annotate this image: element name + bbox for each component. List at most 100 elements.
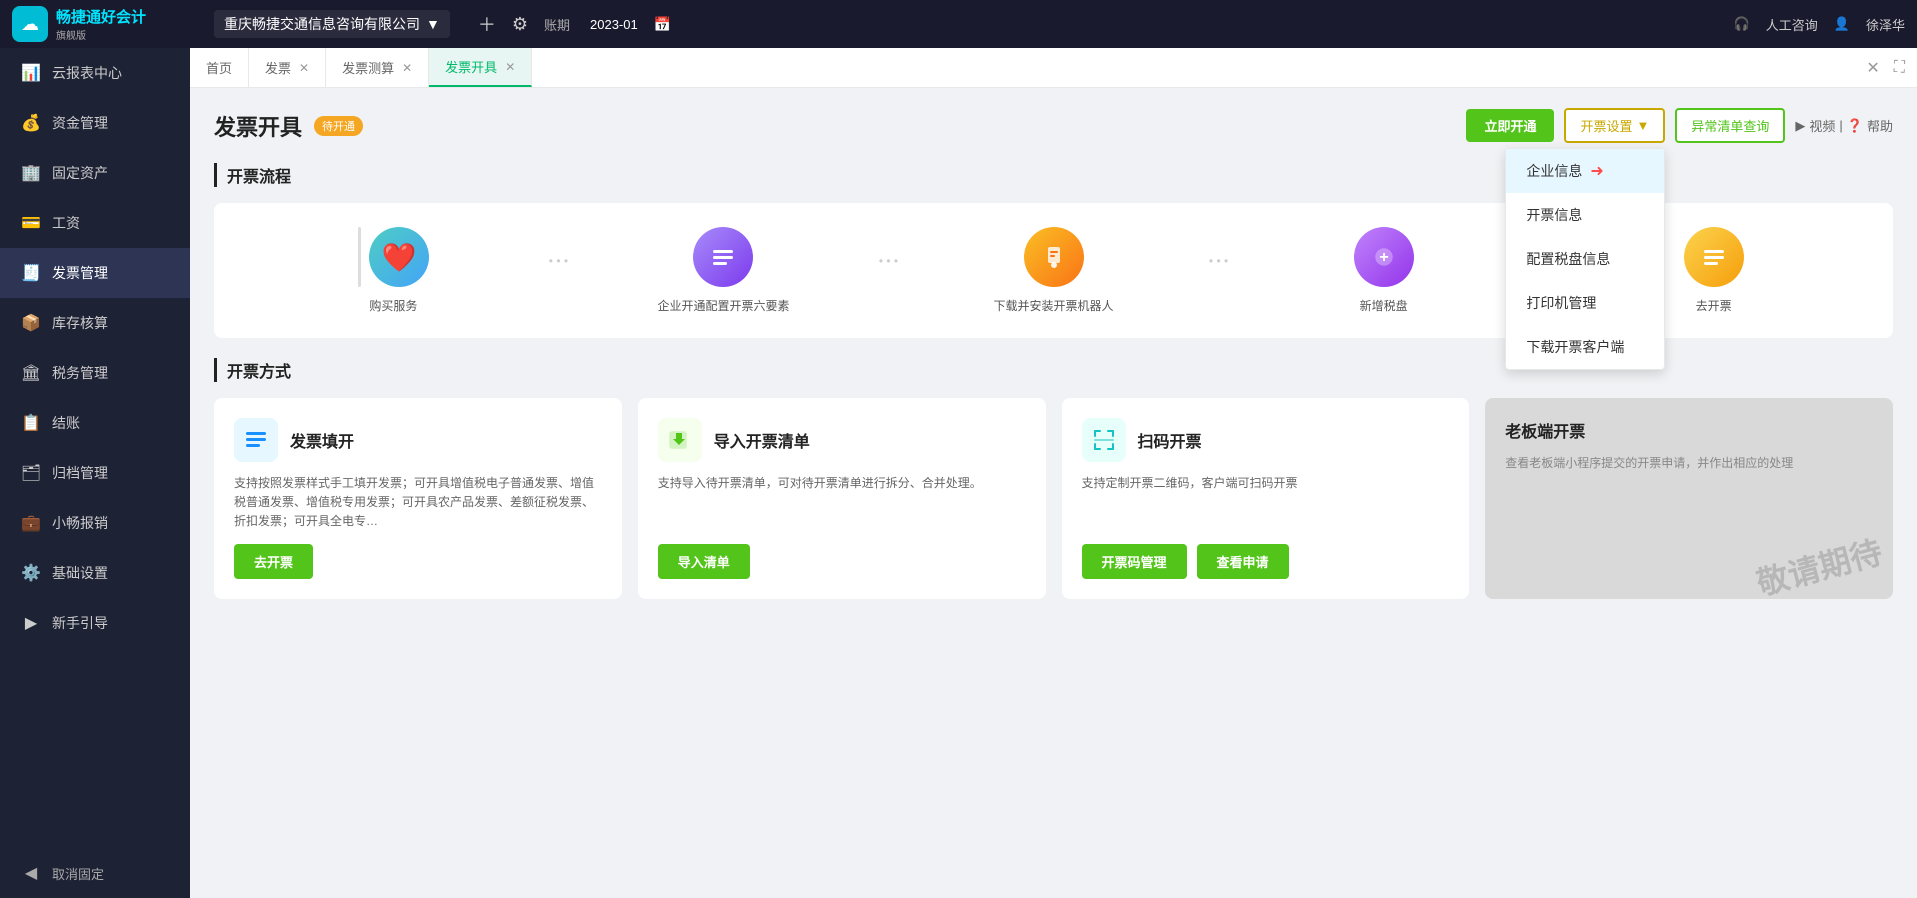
video-button[interactable]: ▶ 视频 | ❓ 帮助 <box>1795 116 1893 135</box>
fill-method-title: 发票填开 <box>290 428 354 452</box>
flow-step-1-left: ❤️ <box>358 227 429 287</box>
flow-dots-1: • • • <box>549 254 568 288</box>
settings-button[interactable]: 开票设置 ▼ <box>1564 108 1665 143</box>
tab-home[interactable]: 首页 <box>190 48 249 87</box>
gudingzichan-icon: 🏢 <box>20 162 42 184</box>
method-card-scan: 扫码开票 支持定制开票二维码，客户端可扫码开票 开票码管理 查看申请 <box>1062 398 1470 599</box>
activate-button[interactable]: 立即开通 <box>1466 109 1554 142</box>
scan-view-btn[interactable]: 查看申请 <box>1197 544 1289 579</box>
tab-expand-btn[interactable]: ⛶ <box>1890 55 1909 81</box>
support-label[interactable]: 人工咨询 <box>1766 15 1818 34</box>
dropdown-item-label: 配置税盘信息 <box>1526 249 1610 269</box>
status-badge: 待开通 <box>314 116 363 136</box>
exception-button[interactable]: 异常清单查询 <box>1675 108 1785 143</box>
flow-step-2-label: 企业开通配置开票六要素 <box>657 297 789 314</box>
period-label: 账期 <box>544 15 570 34</box>
page-header: 发票开具 待开通 立即开通 开票设置 ▼ 企业信息 ➜ <box>214 108 1893 143</box>
sidebar-item-jichushezhi[interactable]: ⚙️ 基础设置 <box>0 548 190 598</box>
sidebar-item-fapiao[interactable]: 🧾 发票管理 <box>0 248 190 298</box>
top-bar: ☁ 畅捷通好会计 旗舰版 重庆畅捷交通信息咨询有限公司 ▼ ＋ ⚙ 账期 202… <box>0 0 1917 48</box>
period-value: 2023-01 <box>590 17 638 32</box>
sidebar-item-kucun[interactable]: 📦 库存核算 <box>0 298 190 348</box>
fill-method-icon <box>234 418 278 462</box>
tab-fapiao-cesuan[interactable]: 发票测算 ✕ <box>326 48 429 87</box>
scan-method-icon <box>1082 418 1126 462</box>
flow-step-3-label: 下载并安装开票机器人 <box>994 297 1114 314</box>
settings-dropdown-menu: 企业信息 ➜ 开票信息 配置税盘信息 打印机管理 <box>1505 148 1665 370</box>
tab-fapiao-close[interactable]: ✕ <box>299 61 309 75</box>
method-card-boss-header: 老板端开票 <box>1505 418 1873 442</box>
help-icon: ❓ <box>1847 118 1863 134</box>
tab-fapiao-kaiju[interactable]: 发票开具 ✕ <box>429 48 532 87</box>
flow-step-5-label: 去开票 <box>1696 297 1732 314</box>
content-area: 发票开具 待开通 立即开通 开票设置 ▼ 企业信息 ➜ <box>190 88 1917 898</box>
dropdown-item-label: 开票信息 <box>1526 205 1582 225</box>
flow-icon-5 <box>1684 227 1744 287</box>
dropdown-item-label: 打印机管理 <box>1526 293 1596 313</box>
right-panel: 首页 发票 ✕ 发票测算 ✕ 发票开具 ✕ ✕ ⛶ 发票开具 <box>190 48 1917 898</box>
flow-left-border <box>358 227 361 287</box>
sidebar-item-jiezhang[interactable]: 📋 结账 <box>0 398 190 448</box>
sidebar-item-label: 基础设置 <box>52 563 108 583</box>
tab-bar-right: ✕ ⛶ <box>1862 54 1917 82</box>
dropdown-item-label: 企业信息 <box>1526 161 1582 181</box>
user-avatar: 👤 <box>1834 16 1850 32</box>
scan-manage-btn[interactable]: 开票码管理 <box>1082 544 1187 579</box>
dropdown-item-download[interactable]: 下载开票客户端 <box>1506 325 1664 369</box>
settings-dropdown-container: 开票设置 ▼ 企业信息 ➜ 开票信息 <box>1564 108 1665 143</box>
tab-fapiao-label: 发票 <box>265 58 291 77</box>
method-card-fill-header: 发票填开 <box>234 418 602 462</box>
scan-method-footer: 开票码管理 查看申请 <box>1082 544 1450 579</box>
dropdown-item-dayinji[interactable]: 打印机管理 <box>1506 281 1664 325</box>
import-method-desc: 支持导入待开票清单，可对待开票清单进行拆分、合并处理。 <box>658 474 1026 493</box>
import-method-btn[interactable]: 导入清单 <box>658 544 750 579</box>
help-label: 帮助 <box>1867 116 1893 135</box>
company-selector[interactable]: 重庆畅捷交通信息咨询有限公司 ▼ <box>214 10 450 38</box>
sidebar-item-zijin[interactable]: 💰 资金管理 <box>0 98 190 148</box>
sidebar-item-gudingzichan[interactable]: 🏢 固定资产 <box>0 148 190 198</box>
flow-icon-4: + <box>1354 227 1414 287</box>
dropdown-item-kaipiainfo[interactable]: 开票信息 <box>1506 193 1664 237</box>
method-card-boss: 老板端开票 查看老板端小程序提交的开票申请，并作出相应的处理 敬请期待 <box>1485 398 1893 599</box>
tab-home-label: 首页 <box>206 58 232 77</box>
sidebar-item-guidang[interactable]: 🗂 归档管理 <box>0 448 190 498</box>
dropdown-item-label: 下载开票客户端 <box>1526 337 1624 357</box>
sidebar-bottom: ◀ 取消固定 <box>0 848 190 898</box>
sidebar-item-label: 税务管理 <box>52 363 108 383</box>
sidebar-item-label: 固定资产 <box>52 163 108 183</box>
logo-icon: ☁ <box>12 6 48 42</box>
sidebar-item-label: 结账 <box>52 413 80 433</box>
gongzi-icon: 💳 <box>20 212 42 234</box>
calendar-icon[interactable]: 📅 <box>654 16 671 33</box>
flow-icon-1: ❤️ <box>369 227 429 287</box>
settings-button-label: 开票设置 <box>1580 116 1632 135</box>
company-name: 重庆畅捷交通信息咨询有限公司 <box>224 14 420 34</box>
dropdown-item-peizhi[interactable]: 配置税盘信息 <box>1506 237 1664 281</box>
sidebar-item-yunbaobiao[interactable]: 📊 云报表中心 <box>0 48 190 98</box>
tab-close-btn[interactable]: ✕ <box>1862 54 1883 82</box>
sidebar-item-label: 发票管理 <box>52 263 108 283</box>
baoxiao-icon: 💼 <box>20 512 42 534</box>
boss-method-title: 老板端开票 <box>1505 418 1585 442</box>
sidebar-item-gongzi[interactable]: 💳 工资 <box>0 198 190 248</box>
play-icon: ▶ <box>1795 118 1805 134</box>
sidebar-item-cancel-pin[interactable]: ◀ 取消固定 <box>0 848 190 898</box>
cancel-pin-icon: ◀ <box>20 862 42 884</box>
flow-icon-3 <box>1024 227 1084 287</box>
top-actions: ＋ ⚙ 账期 2023-01 📅 <box>478 11 671 37</box>
fapiao-icon: 🧾 <box>20 262 42 284</box>
sidebar-item-xinshouyindao[interactable]: ▶ 新手引导 <box>0 598 190 648</box>
tab-fapiao-kaiju-close[interactable]: ✕ <box>505 60 515 74</box>
dropdown-item-qiyeinfo[interactable]: 企业信息 ➜ <box>1506 149 1664 193</box>
sidebar-item-label: 小畅报销 <box>52 513 108 533</box>
tab-fapiao-cesuan-close[interactable]: ✕ <box>402 61 412 75</box>
add-button[interactable]: ＋ <box>478 11 496 37</box>
fill-method-btn[interactable]: 去开票 <box>234 544 313 579</box>
sidebar-item-baoxiao[interactable]: 💼 小畅报销 <box>0 498 190 548</box>
flow-step-3: 下载并安装开票机器人 <box>898 227 1209 314</box>
settings-icon[interactable]: ⚙ <box>512 14 528 35</box>
tab-fapiao[interactable]: 发票 ✕ <box>249 48 326 87</box>
sidebar-item-label: 归档管理 <box>52 463 108 483</box>
user-name[interactable]: 徐泽华 <box>1866 15 1905 34</box>
sidebar-item-shuiwu[interactable]: 🏛 税务管理 <box>0 348 190 398</box>
